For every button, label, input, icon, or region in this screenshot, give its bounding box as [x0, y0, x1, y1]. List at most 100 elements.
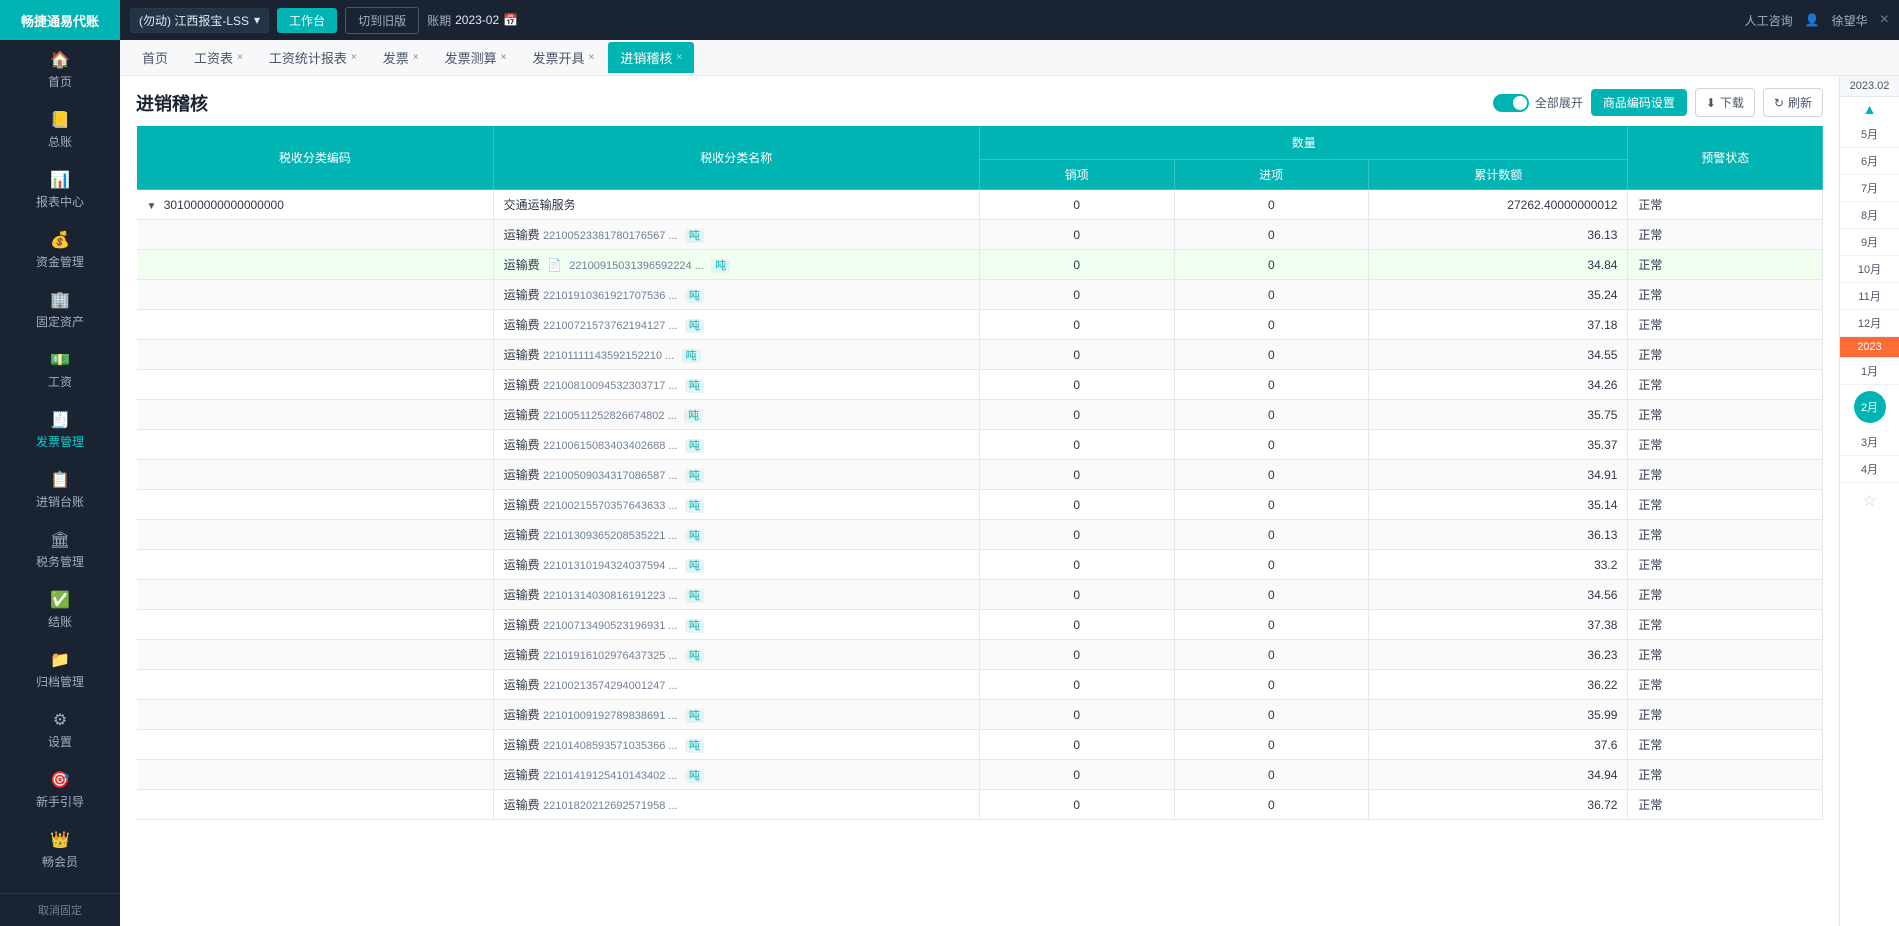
sidebar-item-label: 结账 [48, 613, 72, 630]
payroll-icon: 💵 [50, 350, 70, 370]
cell-code [137, 640, 494, 670]
toggle-expand[interactable]: 全部展开 [1493, 94, 1583, 112]
sidebar-item-label: 发票管理 [36, 433, 84, 450]
cell-code [137, 370, 494, 400]
tab-payroll-stats[interactable]: 工资统计报表 × [257, 42, 369, 73]
sidebar-item-assets[interactable]: 🏢 固定资产 [0, 280, 120, 340]
row-item-name: 运输费 [504, 228, 540, 242]
invoice-no: 22100509034317086587 ... [543, 470, 678, 482]
calendar-month-12[interactable]: 12月 [1840, 310, 1899, 337]
content-area: 进销稽核 全部展开 商品编码设置 ⬇ 下载 ↻ 刷 [120, 76, 1899, 926]
invoice-no: 22101419125410143402 ... [543, 770, 678, 782]
cell-sales: 0 [979, 430, 1174, 460]
invoice-no: 22101009192789838691 ... [543, 710, 678, 722]
refresh-icon: ↻ [1774, 96, 1784, 110]
cell-purchase: 0 [1174, 280, 1369, 310]
toggle-thumb [1513, 96, 1527, 110]
calendar-month-10[interactable]: 10月 [1840, 256, 1899, 283]
product-code-button[interactable]: 商品编码设置 [1591, 89, 1687, 116]
calendar-month-3[interactable]: 3月 [1840, 429, 1899, 456]
invoice-no: 22100721573762194127 ... [543, 320, 678, 332]
toggle-label: 全部展开 [1535, 94, 1583, 111]
unit-badge: 吨 [685, 649, 704, 663]
sidebar-item-tax[interactable]: 🏛 税务管理 [0, 520, 120, 580]
tab-invoice-open[interactable]: 发票开具 × [520, 42, 606, 73]
unpin-button[interactable]: 取消固定 [0, 893, 120, 926]
cell-name-and-invoice: 运输费 22101309365208535221 ... 吨 [493, 520, 979, 550]
cell-cumulative: 34.55 [1369, 340, 1628, 370]
cell-sales: 0 [979, 730, 1174, 760]
row-item-name: 运输费 [504, 588, 540, 602]
calendar-month-5[interactable]: 5月 [1840, 121, 1899, 148]
cell-status: 正常 [1628, 790, 1823, 820]
calendar-month-1[interactable]: 1月 [1840, 358, 1899, 385]
sidebar-item-home[interactable]: 🏠 首页 [0, 40, 120, 100]
cell-status: 正常 [1628, 400, 1823, 430]
calendar-month-11[interactable]: 11月 [1840, 283, 1899, 310]
tab-invoice-calc-close[interactable]: × [501, 52, 507, 63]
tab-payroll-stats-close[interactable]: × [351, 52, 357, 63]
support-button[interactable]: 人工咨询 [1745, 12, 1793, 29]
sidebar-item-ledger[interactable]: 📒 总账 [0, 100, 120, 160]
sidebar-item-invoices[interactable]: 🧾 发票管理 [0, 400, 120, 460]
cell-sales: 0 [979, 220, 1174, 250]
col-header-name: 税收分类名称 [493, 126, 979, 190]
sidebar-item-funds[interactable]: 💰 资金管理 [0, 220, 120, 280]
tab-invoice-calc[interactable]: 发票测算 × [433, 42, 519, 73]
sidebar-item-archive[interactable]: 📁 归档管理 [0, 640, 120, 700]
cell-sales: 0 [979, 490, 1174, 520]
tab-invoice-close[interactable]: × [413, 52, 419, 63]
sidebar-item-label: 首页 [48, 73, 72, 90]
sidebar-item-payroll[interactable]: 💵 工资 [0, 340, 120, 400]
period-value: 2023-02 [455, 13, 499, 27]
tab-purchase-sales-close[interactable]: × [676, 52, 682, 63]
invoice-no: 22101408593571035366 ... [543, 740, 678, 752]
tab-invoice[interactable]: 发票 × [371, 42, 431, 73]
tab-payroll-table[interactable]: 工资表 × [182, 42, 255, 73]
toggle-track[interactable] [1493, 94, 1529, 112]
calendar-month-7[interactable]: 7月 [1840, 175, 1899, 202]
tab-payroll-table-close[interactable]: × [237, 52, 243, 63]
sidebar-item-label: 资金管理 [36, 253, 84, 270]
invoice-no: 22100213574294001247 ... [543, 680, 678, 692]
invoice-no: 22101310194324037594 ... [543, 560, 678, 572]
sidebar-item-guide[interactable]: 🎯 新手引导 [0, 760, 120, 820]
calendar-month-6[interactable]: 6月 [1840, 148, 1899, 175]
company-selector[interactable]: (勿动) 江西报宝-LSS ▾ [130, 8, 269, 33]
cell-purchase: 0 [1174, 340, 1369, 370]
refresh-button[interactable]: ↻ 刷新 [1763, 88, 1823, 117]
cell-purchase: 0 [1174, 700, 1369, 730]
unit-badge: 吨 [684, 409, 703, 423]
sidebar-item-settlement[interactable]: ✅ 结账 [0, 580, 120, 640]
calendar-scroll-up[interactable]: ▲ [1840, 97, 1899, 121]
cell-status: 正常 [1628, 340, 1823, 370]
calendar-month-4[interactable]: 4月 [1840, 456, 1899, 483]
sidebar-item-reports[interactable]: 📊 报表中心 [0, 160, 120, 220]
cell-purchase: 0 [1174, 220, 1369, 250]
row-item-name: 运输费 [504, 288, 540, 302]
expand-icon[interactable]: ▼ [147, 201, 157, 212]
cell-name-and-invoice: 运输费 22100215570357643633 ... 吨 [493, 490, 979, 520]
cell-name-and-invoice: 运输费 22101314030816191223 ... 吨 [493, 580, 979, 610]
tab-invoice-open-close[interactable]: × [588, 52, 594, 63]
cell-cumulative: 34.26 [1369, 370, 1628, 400]
row-item-name: 运输费 [504, 738, 540, 752]
sidebar-item-settings[interactable]: ⚙ 设置 [0, 700, 120, 760]
cell-name-and-invoice: 运输费 22101408593571035366 ... 吨 [493, 730, 979, 760]
invoice-no: 22100511252826674802 ... [543, 410, 677, 422]
favorite-icon[interactable]: ☆ [1854, 483, 1884, 519]
calendar-month-9[interactable]: 9月 [1840, 229, 1899, 256]
calendar-month-2-active[interactable]: 2月 [1854, 391, 1886, 423]
workbench-button[interactable]: 工作台 [277, 8, 337, 33]
close-icon[interactable]: × [1880, 11, 1889, 29]
sidebar-item-member[interactable]: 👑 畅会员 [0, 820, 120, 880]
switch-version-button[interactable]: 切到旧版 [345, 7, 419, 34]
cell-code: ▼ 301000000000000000 [137, 190, 494, 220]
sidebar-item-sales-desk[interactable]: 📋 进销台账 [0, 460, 120, 520]
reports-icon: 📊 [50, 170, 70, 190]
top-bar: (勿动) 江西报宝-LSS ▾ 工作台 切到旧版 账期 2023-02 📅 人工… [120, 0, 1899, 40]
tab-home[interactable]: 首页 [130, 42, 180, 73]
download-button[interactable]: ⬇ 下载 [1695, 88, 1755, 117]
calendar-month-8[interactable]: 8月 [1840, 202, 1899, 229]
tab-purchase-sales[interactable]: 进销稽核 × [608, 42, 694, 73]
